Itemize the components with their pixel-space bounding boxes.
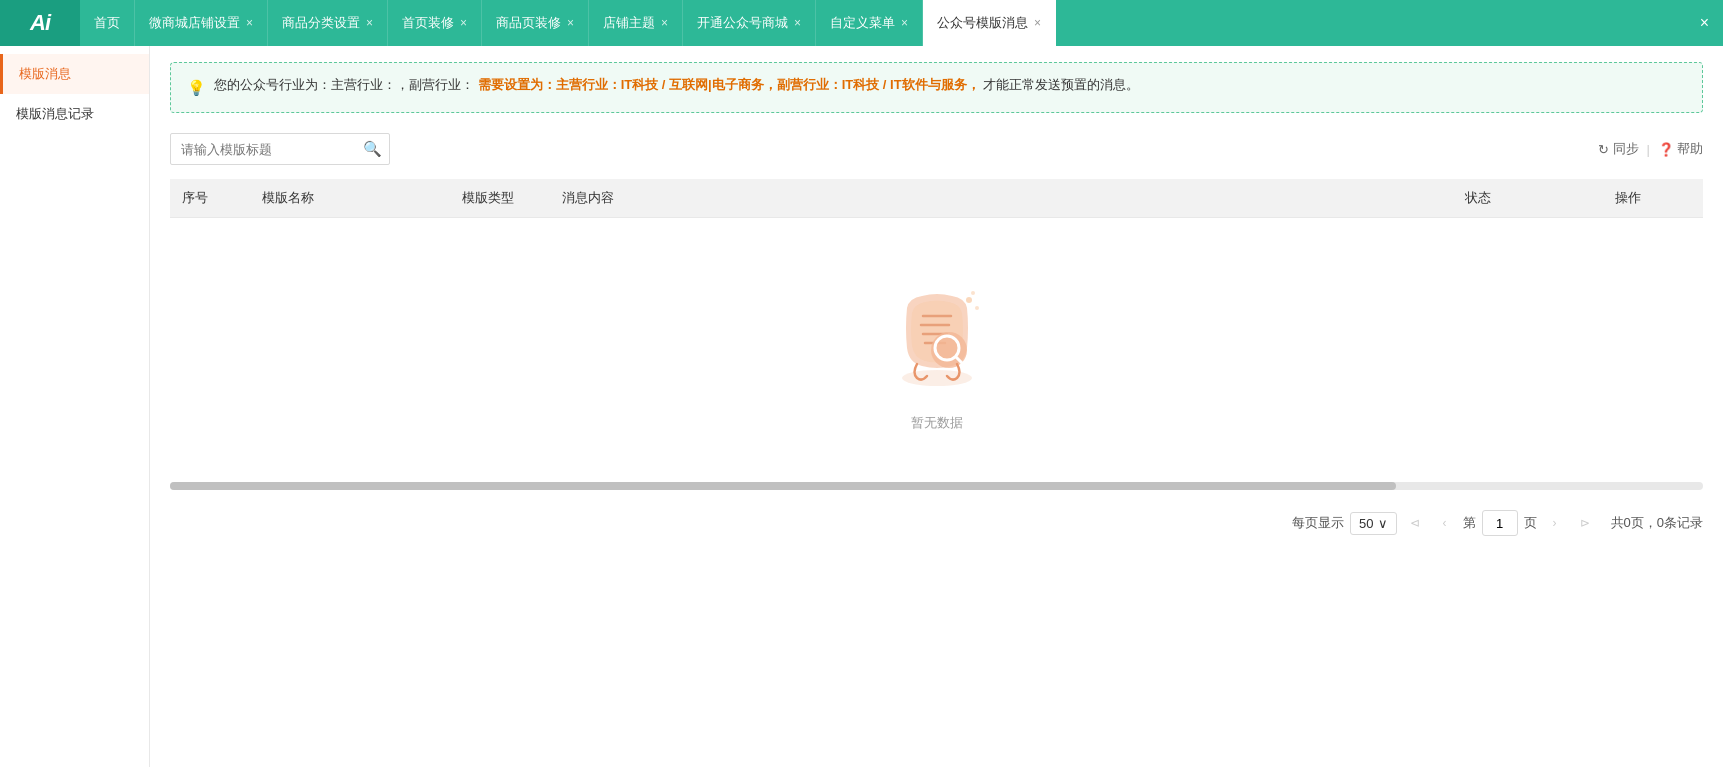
last-page-button[interactable]: ⊳ xyxy=(1573,511,1597,535)
scrollbar-thumb xyxy=(170,482,1396,490)
nav-tab-weshop-settings[interactable]: 微商城店铺设置 × xyxy=(135,0,268,46)
close-tab-custom-menu-icon[interactable]: × xyxy=(901,16,908,30)
table-header-row: 序号模版名称模版类型消息内容状态操作 xyxy=(170,179,1703,218)
page-size-label: 每页显示 xyxy=(1292,514,1344,532)
close-tab-template-message-icon[interactable]: × xyxy=(1034,16,1041,30)
svg-point-8 xyxy=(966,297,972,303)
page-label: 第 xyxy=(1463,514,1476,532)
close-tab-weshop-settings-icon[interactable]: × xyxy=(246,16,253,30)
app-logo: Ai xyxy=(0,0,80,46)
page-size-select[interactable]: 50 ∨ xyxy=(1350,512,1396,535)
notice-suffix: 才能正常发送预置的消息。 xyxy=(983,77,1139,92)
notice-text: 您的公众号行业为：主营行业：，副营行业： 需要设置为：主营行业：IT科技 / 互… xyxy=(214,75,1139,96)
table-col-index: 序号 xyxy=(170,179,250,218)
pagination: 每页显示 50 ∨ ⊲ ‹ 第 页 › ⊳ 共0页，0条记录 xyxy=(170,500,1703,546)
close-tab-open-wechat-shop-icon[interactable]: × xyxy=(794,16,801,30)
empty-illustration xyxy=(877,278,997,398)
close-tab-home-decor-icon[interactable]: × xyxy=(460,16,467,30)
table-col-type: 模版类型 xyxy=(450,179,550,218)
page-input[interactable] xyxy=(1482,510,1518,536)
close-all-button[interactable]: × xyxy=(1686,14,1723,32)
data-table: 序号模版名称模版类型消息内容状态操作 xyxy=(170,179,1703,218)
nav-tab-open-wechat-shop[interactable]: 开通公众号商城 × xyxy=(683,0,816,46)
sidebar-item-template-message[interactable]: 模版消息 xyxy=(0,54,149,94)
top-navigation: Ai 首页微商城店铺设置 ×商品分类设置 ×首页装修 ×商品页装修 ×店铺主题 … xyxy=(0,0,1723,46)
sidebar-item-template-message-log[interactable]: 模版消息记录 xyxy=(0,94,149,134)
nav-tabs-container: 首页微商城店铺设置 ×商品分类设置 ×首页装修 ×商品页装修 ×店铺主题 ×开通… xyxy=(80,0,1686,46)
search-right: ↻ 同步 | ❓ 帮助 xyxy=(1598,140,1703,158)
table-col-action: 操作 xyxy=(1603,179,1703,218)
chevron-down-icon: ∨ xyxy=(1378,516,1388,531)
sidebar: 模版消息模版消息记录 xyxy=(0,46,150,767)
nav-tab-product-page-decor[interactable]: 商品页装修 × xyxy=(482,0,589,46)
content-area: 💡 您的公众号行业为：主营行业：，副营行业： 需要设置为：主营行业：IT科技 /… xyxy=(150,46,1723,767)
nav-tab-home-decor[interactable]: 首页装修 × xyxy=(388,0,482,46)
close-tab-product-category-icon[interactable]: × xyxy=(366,16,373,30)
help-label: 帮助 xyxy=(1677,140,1703,158)
close-tab-product-page-decor-icon[interactable]: × xyxy=(567,16,574,30)
nav-tab-custom-menu[interactable]: 自定义菜单 × xyxy=(816,0,923,46)
empty-text: 暂无数据 xyxy=(911,414,963,432)
sync-label: 同步 xyxy=(1613,140,1639,158)
sync-button[interactable]: ↻ 同步 xyxy=(1598,140,1639,158)
nav-tab-shop-theme[interactable]: 店铺主题 × xyxy=(589,0,683,46)
svg-point-9 xyxy=(975,306,979,310)
notice-highlight: 需要设置为：主营行业：IT科技 / 互联网|电子商务，副营行业：IT科技 / I… xyxy=(478,77,980,92)
table-col-content: 消息内容 xyxy=(550,179,1453,218)
divider: | xyxy=(1647,142,1650,157)
table-col-status: 状态 xyxy=(1453,179,1603,218)
help-button[interactable]: ❓ 帮助 xyxy=(1658,140,1703,158)
search-bar: 🔍 ↻ 同步 | ❓ 帮助 xyxy=(170,133,1703,165)
horizontal-scrollbar[interactable] xyxy=(170,482,1703,490)
help-icon: ❓ xyxy=(1658,142,1674,157)
nav-tab-template-message[interactable]: 公众号模版消息 × xyxy=(923,0,1056,46)
first-page-button[interactable]: ⊲ xyxy=(1403,511,1427,535)
notice-banner: 💡 您的公众号行业为：主营行业：，副营行业： 需要设置为：主营行业：IT科技 /… xyxy=(170,62,1703,113)
main-layout: 模版消息模版消息记录 💡 您的公众号行业为：主营行业：，副营行业： 需要设置为：… xyxy=(0,46,1723,767)
svg-point-0 xyxy=(902,370,972,386)
search-input-wrapper: 🔍 xyxy=(170,133,390,165)
sync-icon: ↻ xyxy=(1598,142,1609,157)
empty-state: 暂无数据 xyxy=(170,218,1703,472)
page-unit: 页 xyxy=(1524,514,1537,532)
search-input[interactable] xyxy=(170,133,390,165)
notice-prefix: 您的公众号行业为：主营行业：，副营行业： xyxy=(214,77,474,92)
next-page-button[interactable]: › xyxy=(1543,511,1567,535)
notice-icon: 💡 xyxy=(187,76,206,100)
close-tab-shop-theme-icon[interactable]: × xyxy=(661,16,668,30)
search-button[interactable]: 🔍 xyxy=(363,140,382,158)
page-size-value: 50 xyxy=(1359,516,1373,531)
nav-tab-product-category[interactable]: 商品分类设置 × xyxy=(268,0,388,46)
prev-page-button[interactable]: ‹ xyxy=(1433,511,1457,535)
total-info: 共0页，0条记录 xyxy=(1611,514,1703,532)
table-col-name: 模版名称 xyxy=(250,179,450,218)
nav-tab-home[interactable]: 首页 xyxy=(80,0,135,46)
search-left: 🔍 xyxy=(170,133,390,165)
svg-point-10 xyxy=(971,291,975,295)
